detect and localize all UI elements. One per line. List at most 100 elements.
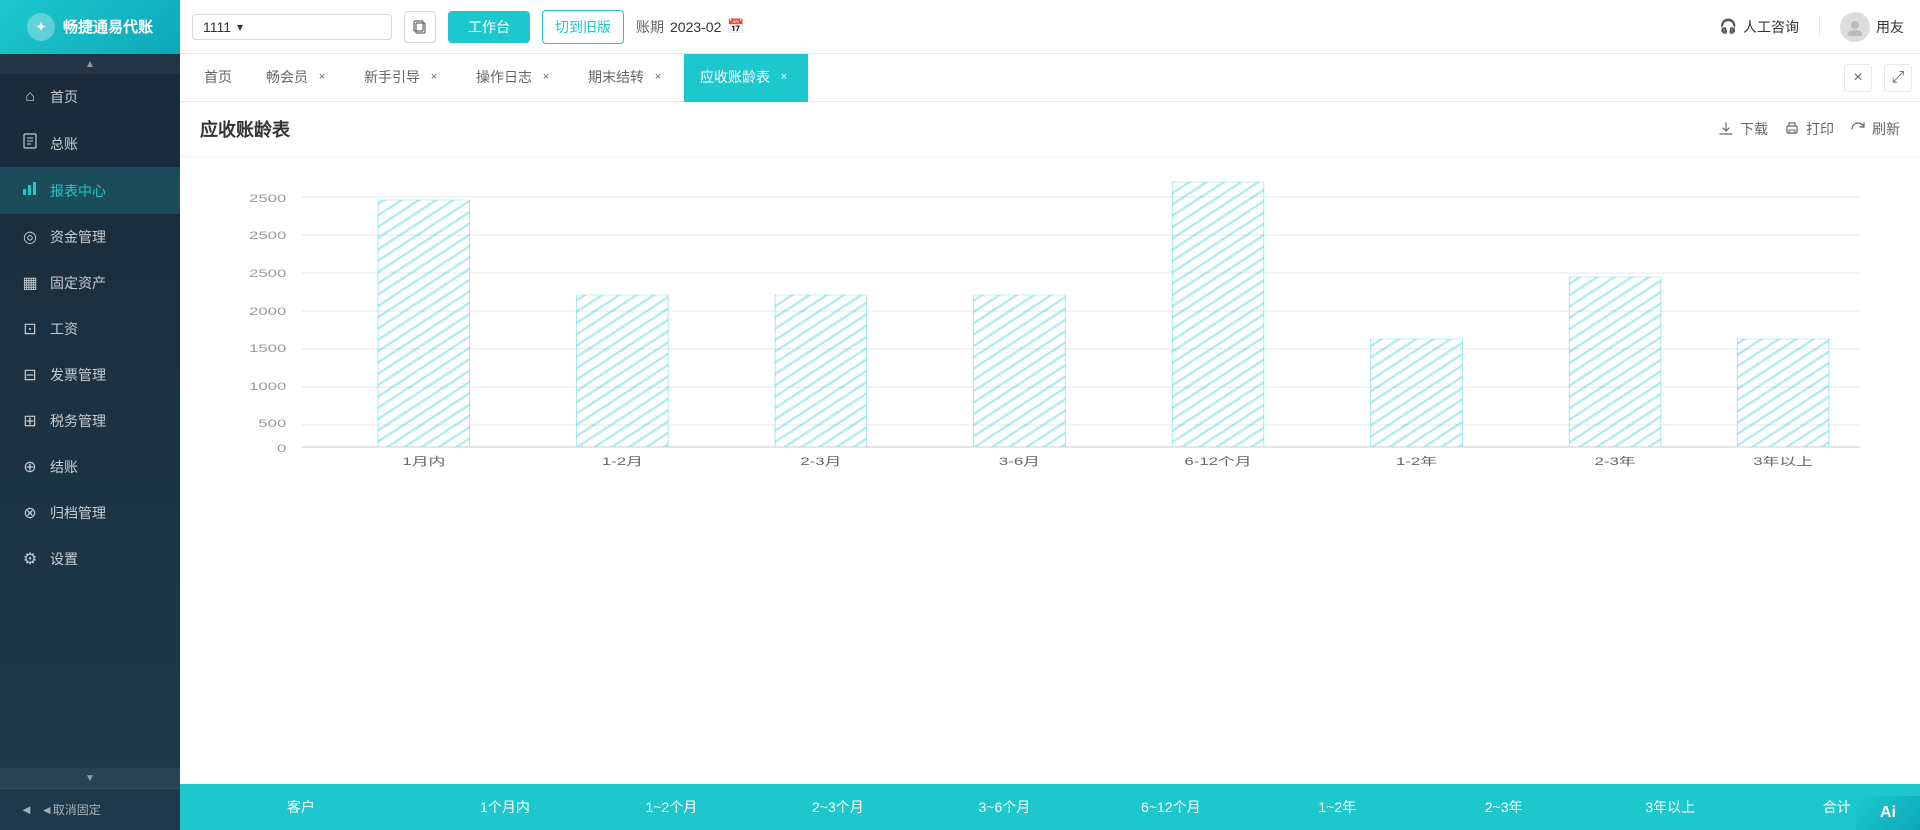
bar-6 (1371, 339, 1463, 447)
consult-area[interactable]: 🎧 人工咨询 (1720, 17, 1799, 37)
period-label: 账期 (636, 17, 664, 37)
top-header: ✦ 畅捷通易代账 1111 ▾ 工作台 切到旧版 账期 2023-02 📅 🎧 … (0, 0, 1920, 54)
sidebar-item-settings[interactable]: ⚙ 设置 (0, 536, 180, 582)
sidebar-label-assets: 固定资产 (50, 273, 106, 293)
company-name: 1111 (203, 19, 231, 35)
company-selector[interactable]: 1111 ▾ (192, 14, 392, 40)
tab-aging-close[interactable]: × (776, 69, 792, 85)
calendar-icon[interactable]: 📅 (727, 18, 744, 35)
table-header-2-3y-label: 2~3年 (1485, 799, 1523, 815)
sidebar-item-ledger[interactable]: 总账 (0, 120, 180, 167)
home-icon: ⌂ (20, 88, 40, 106)
tab-member[interactable]: 畅会员 × (250, 54, 346, 102)
tab-member-close[interactable]: × (314, 69, 330, 85)
logo-area: ✦ 畅捷通易代账 (0, 0, 180, 54)
reports-icon (20, 180, 40, 201)
table-header-2-3y: 2~3年 (1421, 797, 1587, 817)
sidebar-label-invoice: 发票管理 (50, 365, 106, 385)
period-value: 2023-02 (670, 19, 721, 35)
download-button[interactable]: 下载 (1718, 119, 1768, 139)
tab-yearend-label: 期末结转 (588, 67, 644, 87)
user-avatar-icon (1846, 18, 1864, 36)
ai-label: Ai (1880, 804, 1896, 821)
chart-area: 0 500 1000 1500 2000 2500 2500 2500 (180, 157, 1920, 784)
tab-yearend[interactable]: 期末结转 × (572, 54, 682, 102)
svg-text:2000: 2000 (249, 306, 286, 318)
cancel-fixed-icon: ◄ (20, 802, 33, 817)
headset-icon: 🎧 (1720, 18, 1737, 35)
table-header-6-12m: 6~12个月 (1088, 797, 1254, 817)
tab-member-label: 畅会员 (266, 67, 308, 87)
tab-aging[interactable]: 应收账龄表 × (684, 54, 808, 102)
table-header-3-6m: 3~6个月 (921, 797, 1087, 817)
user-name: 用友 (1876, 17, 1904, 37)
sidebar-label-funds: 资金管理 (50, 227, 106, 247)
table-header-2-3m-label: 2~3个月 (812, 799, 864, 815)
sidebar-scroll-up[interactable]: ▲ (0, 54, 180, 74)
bar-1 (378, 200, 470, 447)
svg-text:1-2年: 1-2年 (1396, 456, 1437, 468)
avatar (1840, 12, 1870, 42)
table-header-total-label: 合计 (1823, 799, 1851, 815)
workbench-button[interactable]: 工作台 (448, 11, 530, 43)
tab-guide[interactable]: 新手引导 × (348, 54, 458, 102)
sidebar-item-funds[interactable]: ◎ 资金管理 (0, 214, 180, 260)
sidebar-item-home[interactable]: ⌂ 首页 (0, 74, 180, 120)
svg-text:6-12个月: 6-12个月 (1184, 456, 1251, 468)
print-icon (1784, 121, 1800, 137)
sidebar: ▲ ⌂ 首页 总账 (0, 54, 180, 830)
sidebar-item-tax[interactable]: ⊞ 税务管理 (0, 398, 180, 444)
ledger-icon (20, 133, 40, 154)
svg-text:3年以上: 3年以上 (1753, 456, 1813, 468)
tab-aging-label: 应收账龄表 (700, 67, 770, 87)
sidebar-item-checkout[interactable]: ⊕ 结账 (0, 444, 180, 490)
print-label: 打印 (1806, 119, 1834, 139)
table-header-client-label: 客户 (287, 799, 315, 815)
header-divider (1819, 17, 1820, 37)
copy-button[interactable] (404, 11, 436, 43)
tab-yearend-close[interactable]: × (650, 69, 666, 85)
bar-2 (577, 295, 669, 447)
sidebar-label-archive: 归档管理 (50, 503, 106, 523)
sidebar-item-assets[interactable]: ▦ 固定资产 (0, 260, 180, 306)
svg-text:1500: 1500 (249, 343, 286, 355)
sidebar-label-reports: 报表中心 (50, 181, 106, 201)
table-header-3y-plus: 3年以上 (1587, 797, 1753, 817)
tab-bar-actions: × ⤢ (1844, 64, 1912, 92)
tab-oplog[interactable]: 操作日志 × (460, 54, 570, 102)
funds-icon: ◎ (20, 227, 40, 247)
refresh-label: 刷新 (1872, 119, 1900, 139)
tab-oplog-close[interactable]: × (538, 69, 554, 85)
table-header-1-2y: 1~2年 (1254, 797, 1420, 817)
bar-8 (1737, 339, 1829, 447)
print-button[interactable]: 打印 (1784, 119, 1834, 139)
close-all-tabs-button[interactable]: × (1844, 64, 1872, 92)
svg-text:1000: 1000 (249, 381, 286, 393)
consult-label: 人工咨询 (1743, 17, 1799, 37)
logo-text: 畅捷通易代账 (63, 16, 153, 37)
salary-icon: ⊡ (20, 319, 40, 339)
page-header: 应收账龄表 下载 (180, 102, 1920, 157)
assets-icon: ▦ (20, 273, 40, 293)
svg-text:500: 500 (258, 418, 286, 430)
expand-tabs-button[interactable]: ⤢ (1884, 64, 1912, 92)
ai-badge[interactable]: Ai (1856, 796, 1920, 830)
bar-chart: 0 500 1000 1500 2000 2500 2500 2500 (210, 177, 1890, 497)
user-area[interactable]: 用友 (1840, 12, 1904, 42)
sidebar-scroll-down[interactable]: ▼ (0, 768, 180, 788)
sidebar-item-invoice[interactable]: ⊟ 发票管理 (0, 352, 180, 398)
tab-guide-close[interactable]: × (426, 69, 442, 85)
sidebar-item-archive[interactable]: ⊗ 归档管理 (0, 490, 180, 536)
sidebar-item-salary[interactable]: ⊡ 工资 (0, 306, 180, 352)
invoice-icon: ⊟ (20, 365, 40, 385)
sidebar-cancel-fixed[interactable]: ◄ ◄取消固定 (0, 788, 180, 830)
sidebar-label-salary: 工资 (50, 319, 78, 339)
settings-icon: ⚙ (20, 549, 40, 569)
svg-text:1-2月: 1-2月 (602, 456, 643, 468)
sidebar-item-reports[interactable]: 报表中心 (0, 167, 180, 214)
switch-old-button[interactable]: 切到旧版 (542, 10, 624, 44)
table-header-client: 客户 (180, 797, 422, 817)
refresh-button[interactable]: 刷新 (1850, 119, 1900, 139)
tab-home[interactable]: 首页 (188, 54, 248, 102)
svg-text:2500: 2500 (249, 230, 286, 242)
